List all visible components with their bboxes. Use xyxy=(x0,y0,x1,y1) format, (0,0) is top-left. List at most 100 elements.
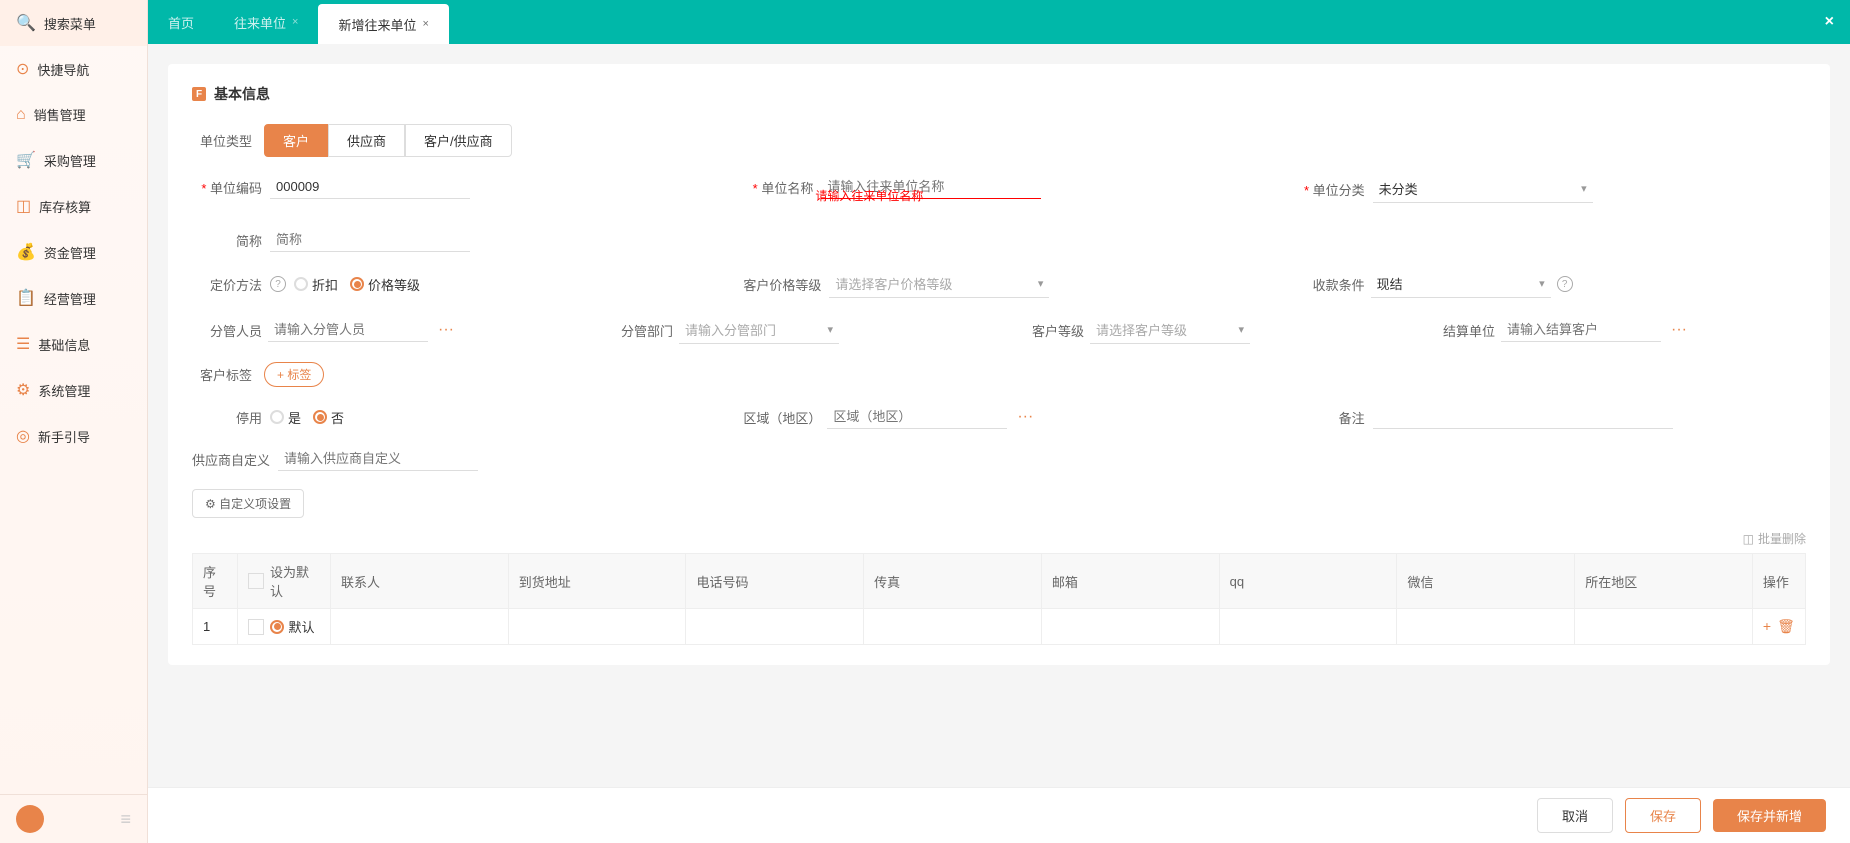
abbreviation-input[interactable] xyxy=(270,228,470,252)
sidebar-item-new-guide[interactable]: ◎ 新手引导 xyxy=(0,413,147,459)
window-close-button[interactable]: × xyxy=(1825,13,1834,31)
row-region[interactable] xyxy=(1575,609,1753,645)
footer: 取消 保存 保存并新增 xyxy=(148,787,1850,843)
sidebar-item-operations[interactable]: 📋 经营管理 xyxy=(0,275,147,321)
row-email[interactable] xyxy=(1041,609,1219,645)
tab-partners-label: 往来单位 xyxy=(234,13,286,32)
tab-partners-close[interactable]: × xyxy=(292,16,298,28)
row-wechat[interactable] xyxy=(1397,609,1575,645)
delete-row-button[interactable]: 🗑 xyxy=(1777,618,1795,635)
sidebar-item-search[interactable]: 🔍 搜索菜单 xyxy=(0,0,147,46)
settlement-more-icon[interactable]: ··· xyxy=(1667,321,1691,339)
sidebar-item-purchase[interactable]: 🛒 采购管理 xyxy=(0,137,147,183)
radio-discount[interactable]: 折扣 xyxy=(294,275,338,294)
save-new-button[interactable]: 保存并新增 xyxy=(1713,799,1826,832)
col-contact: 联系人 xyxy=(331,554,509,609)
unit-category-group: 单位分类 未分类 ▾ xyxy=(1295,175,1806,203)
row-default-radio[interactable]: 默认 xyxy=(270,617,314,636)
row-qq[interactable] xyxy=(1219,609,1397,645)
dept-arrow-icon: ▾ xyxy=(827,323,833,336)
region-input[interactable] xyxy=(827,405,1007,429)
tab-partners[interactable]: 往来单位 × xyxy=(214,0,318,44)
department-select[interactable]: 请输入分管部门 ▾ xyxy=(679,316,839,344)
unit-btn-both[interactable]: 客户/供应商 xyxy=(405,124,512,157)
sales-icon: ⌂ xyxy=(16,106,26,124)
sidebar-item-label: 资金管理 xyxy=(44,243,96,262)
tab-new-partner-close[interactable]: × xyxy=(422,18,428,30)
custom-settings-button[interactable]: ⚙ 自定义项设置 xyxy=(192,489,304,518)
contact-input[interactable] xyxy=(341,619,498,634)
tab-home[interactable]: 首页 xyxy=(148,0,214,44)
add-row-button[interactable]: + xyxy=(1763,618,1771,635)
row-default-radio-circle xyxy=(270,620,284,634)
customer-level-select[interactable]: 请选择客户等级 ▾ xyxy=(1090,316,1250,344)
row-phone[interactable] xyxy=(686,609,864,645)
manager-group: 分管人员 ··· xyxy=(192,318,573,342)
customer-tags-label: 客户标签 xyxy=(192,365,252,384)
disabled-label: 停用 xyxy=(192,408,262,427)
customer-price-level-select[interactable]: 请选择客户价格等级 ▾ xyxy=(829,270,1049,298)
add-tag-button[interactable]: + 标签 xyxy=(264,362,324,387)
sidebar-item-system[interactable]: ⚙ 系统管理 xyxy=(0,367,147,413)
unit-category-select[interactable]: 未分类 ▾ xyxy=(1373,175,1593,203)
unit-btn-customer[interactable]: 客户 xyxy=(264,124,328,157)
payment-help-icon[interactable]: ? xyxy=(1557,276,1573,292)
batch-delete-area[interactable]: ◫ 批量删除 xyxy=(192,530,1806,547)
payment-terms-select[interactable]: 现结 ▾ xyxy=(1371,270,1551,298)
sidebar-item-quick-nav[interactable]: ⊙ 快捷导航 xyxy=(0,46,147,92)
abbreviation-row: 简称 xyxy=(192,228,1806,252)
unit-code-input[interactable] xyxy=(270,175,470,199)
header-checkbox[interactable] xyxy=(248,573,263,589)
radio-yes[interactable]: 是 xyxy=(270,408,301,427)
col-qq: qq xyxy=(1219,554,1397,609)
supplier-custom-input[interactable] xyxy=(278,447,478,471)
cancel-button[interactable]: 取消 xyxy=(1537,798,1613,833)
section-title-text: 基本信息 xyxy=(214,84,270,104)
row-fax[interactable] xyxy=(864,609,1042,645)
sidebar-item-label: 搜索菜单 xyxy=(44,14,96,33)
pricing-radio-group: 折扣 价格等级 xyxy=(294,275,420,294)
sidebar-item-finance[interactable]: 💰 资金管理 xyxy=(0,229,147,275)
manager-input[interactable] xyxy=(268,318,428,342)
settlement-unit-group: 结算单位 ··· xyxy=(1425,318,1806,342)
row-region-input[interactable] xyxy=(1585,619,1742,634)
radio-discount-circle xyxy=(294,277,308,291)
settlement-unit-input[interactable] xyxy=(1501,318,1661,342)
radio-price-level-label: 价格等级 xyxy=(368,275,420,294)
payment-terms-group: 收款条件 现结 ▾ ? xyxy=(1295,270,1806,298)
email-input[interactable] xyxy=(1052,619,1209,634)
qq-input[interactable] xyxy=(1230,619,1387,634)
unit-type-buttons: 客户 供应商 客户/供应商 xyxy=(264,124,512,157)
sidebar-item-sales[interactable]: ⌂ 销售管理 xyxy=(0,92,147,137)
manager-more-icon[interactable]: ··· xyxy=(434,321,458,339)
pricing-help-icon[interactable]: ? xyxy=(270,276,286,292)
inventory-icon: ◫ xyxy=(16,196,31,216)
unit-btn-supplier[interactable]: 供应商 xyxy=(328,124,405,157)
col-address: 到货地址 xyxy=(508,554,686,609)
unit-type-group: 单位类型 客户 供应商 客户/供应商 xyxy=(192,124,1806,157)
pricing-row: 定价方法 ? 折扣 价格等级 客户价格等级 xyxy=(192,270,1806,298)
wechat-input[interactable] xyxy=(1407,619,1564,634)
radio-price-level[interactable]: 价格等级 xyxy=(350,275,420,294)
phone-input[interactable] xyxy=(696,619,853,634)
tab-new-partner-label: 新增往来单位 xyxy=(338,15,416,34)
remarks-label: 备注 xyxy=(1295,408,1365,427)
row-contact[interactable] xyxy=(331,609,509,645)
tab-new-partner[interactable]: 新增往来单位 × xyxy=(318,4,448,44)
pricing-method-label: 定价方法 xyxy=(192,275,262,294)
address-input[interactable] xyxy=(519,619,676,634)
radio-no[interactable]: 否 xyxy=(313,408,344,427)
sidebar-item-basic-info[interactable]: ☰ 基础信息 xyxy=(0,321,147,367)
fax-input[interactable] xyxy=(874,619,1031,634)
remarks-input[interactable] xyxy=(1373,405,1673,429)
unit-name-label: 单位名称 xyxy=(743,178,813,197)
row-checkbox[interactable] xyxy=(248,619,264,635)
col-phone: 电话号码 xyxy=(686,554,864,609)
row-address[interactable] xyxy=(508,609,686,645)
manager-row: 分管人员 ··· 分管部门 请输入分管部门 ▾ 客户等级 请选择客户等级 ▾ xyxy=(192,316,1806,344)
save-button[interactable]: 保存 xyxy=(1625,798,1701,833)
radio-yes-circle xyxy=(270,410,284,424)
sidebar-item-inventory[interactable]: ◫ 库存核算 xyxy=(0,183,147,229)
region-more-icon[interactable]: ··· xyxy=(1013,408,1037,426)
unit-code-group: 单位编码 xyxy=(192,175,703,199)
